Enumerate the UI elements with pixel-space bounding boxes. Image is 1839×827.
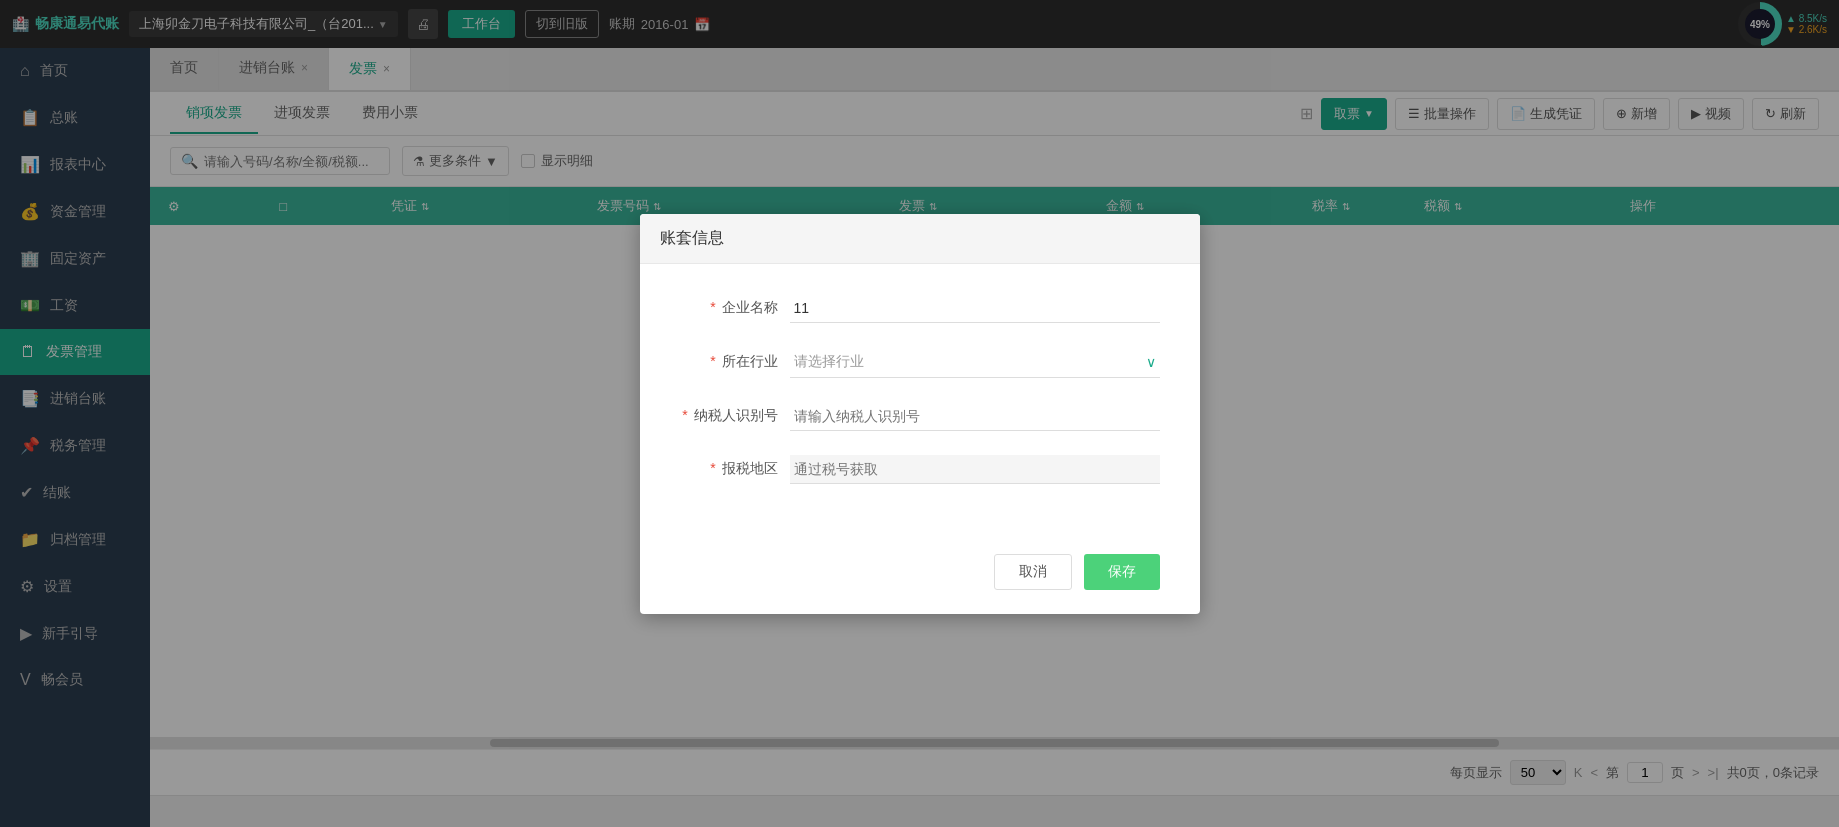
company-name-input[interactable] <box>790 294 1160 323</box>
save-button[interactable]: 保存 <box>1084 554 1160 590</box>
dialog-footer: 取消 保存 <box>640 538 1200 614</box>
dialog-body: * 企业名称 * 所在行业 请选择行业 ∨ * <box>640 264 1200 538</box>
required-star-2: * <box>710 353 715 369</box>
required-star-1: * <box>710 299 715 315</box>
form-row-tax-id: * 纳税人识别号 <box>680 402 1160 431</box>
required-star-3: * <box>682 407 687 423</box>
form-row-industry: * 所在行业 请选择行业 ∨ <box>680 347 1160 378</box>
industry-select[interactable]: 请选择行业 ∨ <box>790 347 1160 378</box>
required-star-4: * <box>710 460 715 476</box>
form-row-tax-region: * 报税地区 <box>680 455 1160 484</box>
form-row-company-name: * 企业名称 <box>680 294 1160 323</box>
industry-label: * 所在行业 <box>680 353 790 371</box>
tax-region-label: * 报税地区 <box>680 460 790 478</box>
tax-id-label: * 纳税人识别号 <box>680 407 790 425</box>
dialog: 账套信息 * 企业名称 * 所在行业 请选择行业 ∨ <box>640 214 1200 614</box>
dialog-title: 账套信息 <box>640 214 1200 264</box>
cancel-button[interactable]: 取消 <box>994 554 1072 590</box>
company-name-label: * 企业名称 <box>680 299 790 317</box>
tax-region-input <box>790 455 1160 484</box>
industry-chevron-icon: ∨ <box>1146 354 1156 370</box>
dialog-overlay: 账套信息 * 企业名称 * 所在行业 请选择行业 ∨ <box>0 0 1839 827</box>
tax-id-input[interactable] <box>790 402 1160 431</box>
industry-placeholder: 请选择行业 <box>794 353 1146 371</box>
